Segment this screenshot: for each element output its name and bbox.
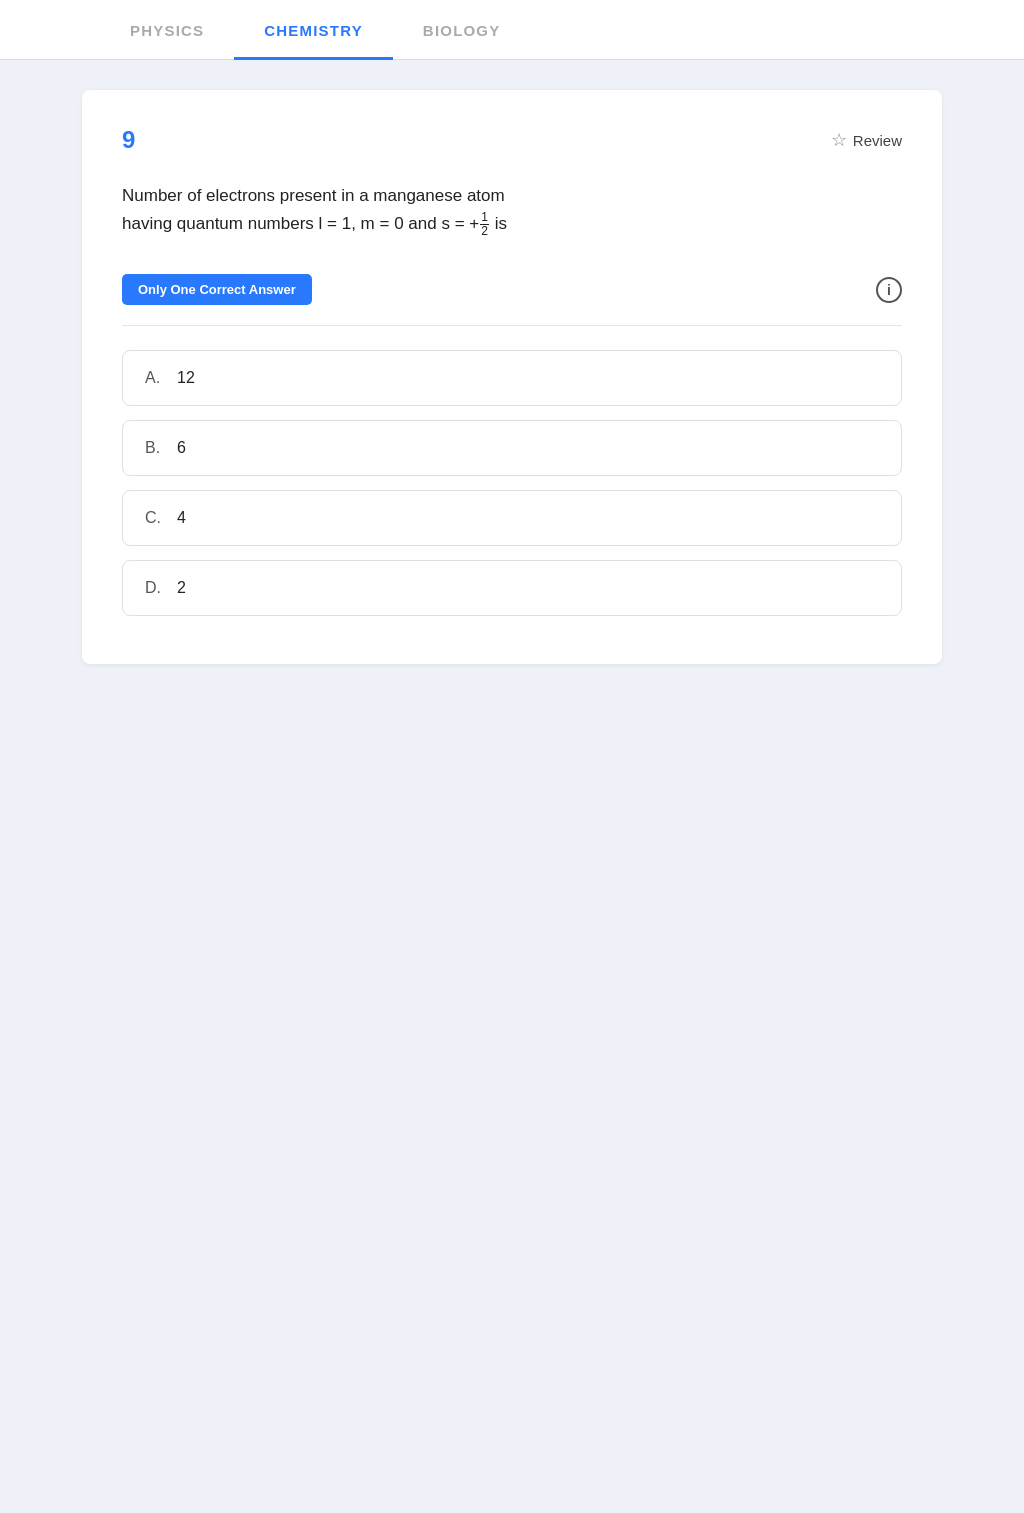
option-b-label: B. (145, 439, 177, 457)
main-card: 9 ☆ Review Number of electrons present i… (82, 90, 942, 664)
star-icon: ☆ (831, 129, 847, 151)
tab-physics[interactable]: PHYSICS (100, 0, 234, 60)
fraction: 12 (480, 211, 489, 238)
question-text: Number of electrons present in a mangane… (122, 182, 902, 238)
option-c-value: 4 (177, 509, 186, 527)
question-line2: having quantum numbers l = 1, m = 0 and … (122, 214, 479, 233)
page-wrapper: PHYSICS CHEMISTRY BIOLOGY 9 ☆ Review Num… (0, 0, 1024, 1513)
option-c-label: C. (145, 509, 177, 527)
option-c[interactable]: C. 4 (122, 490, 902, 546)
info-icon[interactable]: i (876, 277, 902, 303)
options-list: A. 12 B. 6 C. 4 D. 2 (122, 350, 902, 616)
option-d-label: D. (145, 579, 177, 597)
tab-bar: PHYSICS CHEMISTRY BIOLOGY (0, 0, 1024, 60)
tab-biology[interactable]: BIOLOGY (393, 0, 531, 60)
option-b[interactable]: B. 6 (122, 420, 902, 476)
fraction-numerator: 1 (480, 211, 489, 225)
option-d[interactable]: D. 2 (122, 560, 902, 616)
option-a-value: 12 (177, 369, 195, 387)
option-a[interactable]: A. 12 (122, 350, 902, 406)
question-line1: Number of electrons present in a mangane… (122, 186, 505, 205)
option-d-value: 2 (177, 579, 186, 597)
fraction-denominator: 2 (480, 225, 489, 238)
tab-chemistry[interactable]: CHEMISTRY (234, 0, 393, 60)
divider (122, 325, 902, 326)
question-header: 9 ☆ Review (122, 126, 902, 154)
option-b-value: 6 (177, 439, 186, 457)
badge-row: Only One Correct Answer i (122, 274, 902, 305)
only-one-correct-badge: Only One Correct Answer (122, 274, 312, 305)
review-label: Review (853, 132, 902, 149)
question-number: 9 (122, 126, 135, 154)
review-button[interactable]: ☆ Review (831, 129, 902, 151)
option-a-label: A. (145, 369, 177, 387)
question-suffix: is (490, 214, 507, 233)
